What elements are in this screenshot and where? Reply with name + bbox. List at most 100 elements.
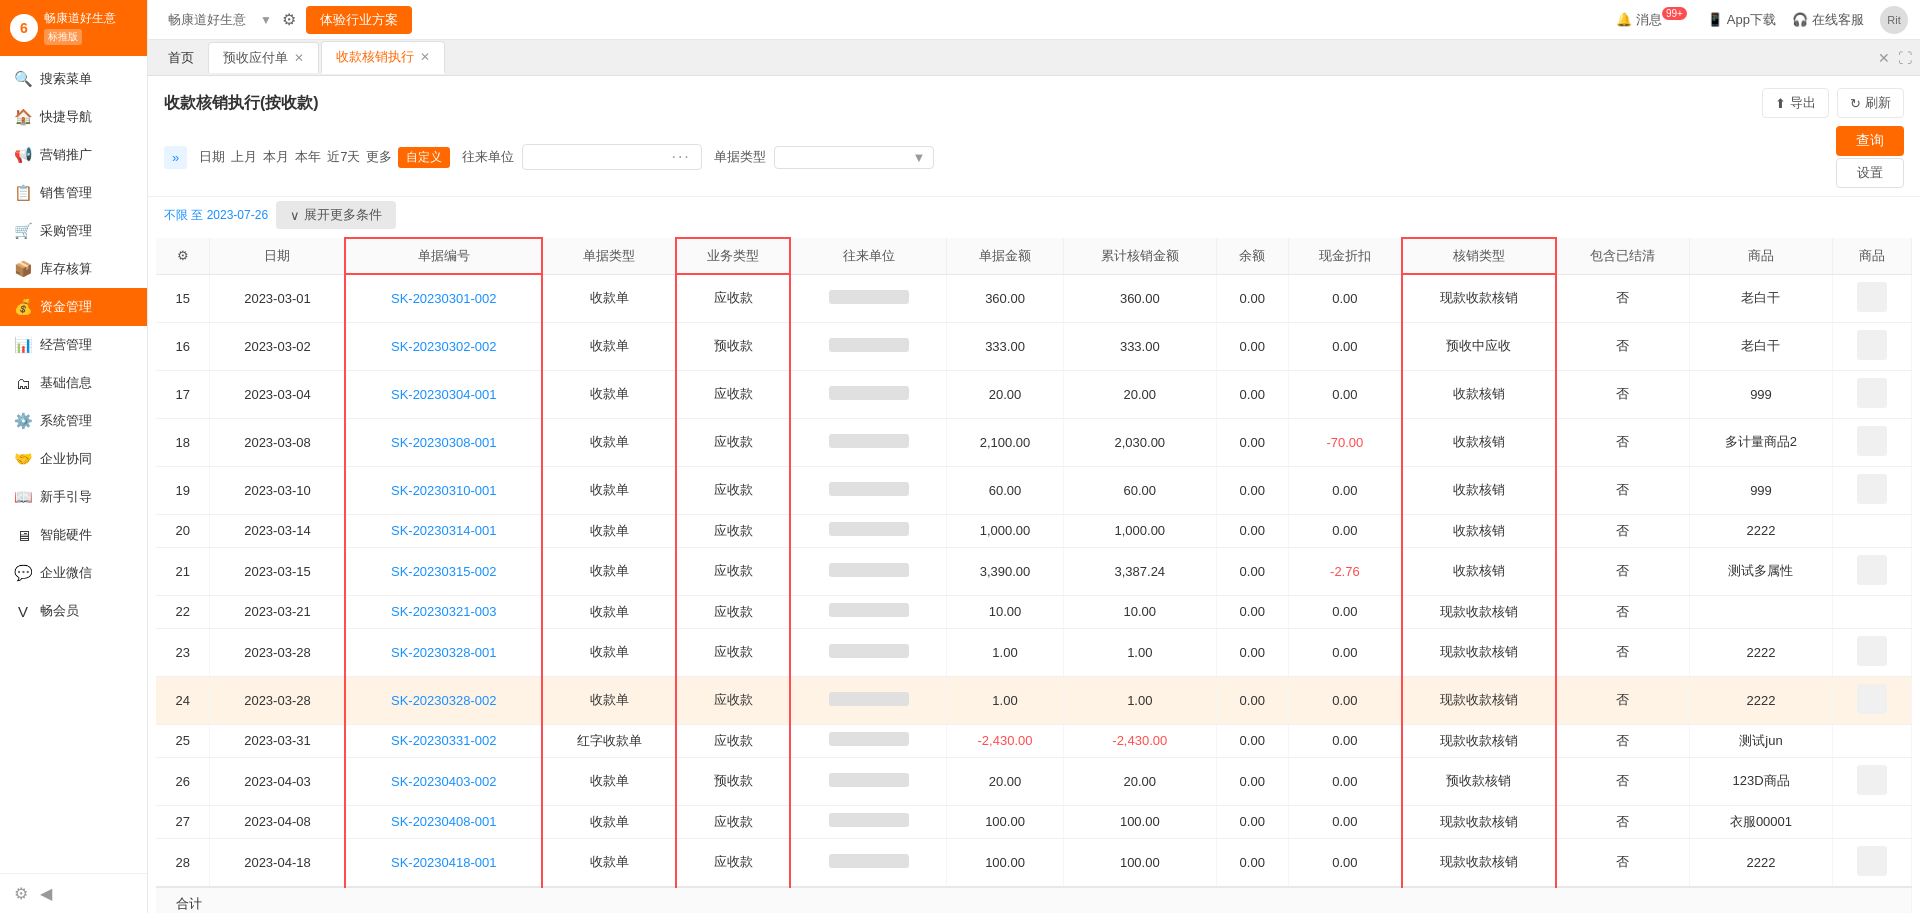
- table-row: 28 2023-04-18 SK-20230418-001 收款单 应收款 10…: [156, 838, 1912, 887]
- filter-more[interactable]: 更多: [366, 148, 392, 166]
- cell-bill-type: 收款单: [542, 757, 676, 805]
- filter-receipt-label: 单据类型: [714, 148, 766, 166]
- tabbar-controls: ✕ ⛶: [1878, 50, 1912, 66]
- cell-amount: 10.00: [947, 595, 1064, 628]
- sidebar-item-system[interactable]: ⚙️ 系统管理: [0, 402, 147, 440]
- tab-home[interactable]: 首页: [156, 43, 206, 73]
- bill-no-link[interactable]: SK-20230321-003: [391, 604, 497, 619]
- filter-last-month[interactable]: 上月: [231, 148, 257, 166]
- sidebar-item-search[interactable]: 🔍 搜索菜单: [0, 60, 147, 98]
- bill-no-link[interactable]: SK-20230302-002: [391, 339, 497, 354]
- messages-item[interactable]: 🔔 消息 99+: [1616, 11, 1691, 29]
- cell-bill-type: 收款单: [542, 676, 676, 724]
- sidebar-item-shortcut[interactable]: 🏠 快捷导航: [0, 98, 147, 136]
- expand-more-button[interactable]: ∨ 展开更多条件: [276, 201, 396, 229]
- cell-bill-no: SK-20230302-002: [345, 322, 542, 370]
- sidebar-item-wechat[interactable]: 💬 企业微信: [0, 554, 147, 592]
- filter-partner-input-wrap[interactable]: ···: [522, 144, 702, 170]
- bill-no-link[interactable]: SK-20230301-002: [391, 291, 497, 306]
- chevron-expand-icon: ∨: [290, 208, 300, 223]
- setting-button[interactable]: 设置: [1836, 158, 1904, 188]
- bill-no-link[interactable]: SK-20230304-001: [391, 387, 497, 402]
- monitor-icon: 🖥: [14, 527, 32, 544]
- cell-verified: 1.00: [1064, 676, 1217, 724]
- tab-prepay-close[interactable]: ✕: [294, 51, 304, 65]
- sidebar-item-basic[interactable]: 🗂 基础信息: [0, 364, 147, 402]
- headset-icon: 🎧: [1792, 12, 1808, 27]
- online-service-item[interactable]: 🎧 在线客服: [1792, 11, 1864, 29]
- cell-amount: 20.00: [947, 757, 1064, 805]
- table-row: 16 2023-03-02 SK-20230302-002 收款单 预收款 33…: [156, 322, 1912, 370]
- cell-balance: 0.00: [1216, 322, 1288, 370]
- bill-no-link[interactable]: SK-20230418-001: [391, 855, 497, 870]
- partner-blurred: [829, 522, 909, 536]
- cell-balance: 0.00: [1216, 418, 1288, 466]
- sidebar-item-purchase[interactable]: 🛒 采购管理: [0, 212, 147, 250]
- filter-partner-input[interactable]: [531, 150, 671, 165]
- bill-no-link[interactable]: SK-20230403-002: [391, 774, 497, 789]
- table-container[interactable]: ⚙ 日期 单据编号 单据类型 业务类型 往来单位 单据金额 累计核销金额 余额 …: [148, 237, 1920, 913]
- bill-no-link[interactable]: SK-20230314-001: [391, 523, 497, 538]
- bill-no-link[interactable]: SK-20230328-001: [391, 645, 497, 660]
- messages-badge: 99+: [1662, 7, 1687, 20]
- tab-collection-close[interactable]: ✕: [420, 50, 430, 64]
- tab-close-all-icon[interactable]: ✕: [1878, 50, 1890, 66]
- filter-this-month[interactable]: 本月: [263, 148, 289, 166]
- sidebar-item-sales[interactable]: 📋 销售管理: [0, 174, 147, 212]
- sidebar-item-guide[interactable]: 📖 新手引导: [0, 478, 147, 516]
- bill-no-link[interactable]: SK-20230315-002: [391, 564, 497, 579]
- partner-blurred: [829, 692, 909, 706]
- filter-this-year[interactable]: 本年: [295, 148, 321, 166]
- sidebar-item-inventory[interactable]: 📦 库存核算: [0, 250, 147, 288]
- cell-goods-img: [1833, 322, 1912, 370]
- bill-no-link[interactable]: SK-20230310-001: [391, 483, 497, 498]
- sidebar-item-enterprise[interactable]: 🤝 企业协同: [0, 440, 147, 478]
- cell-partner: [790, 838, 946, 887]
- filter-7days[interactable]: 近7天: [327, 148, 360, 166]
- cell-discount: 0.00: [1288, 838, 1401, 887]
- cell-verified: 100.00: [1064, 805, 1217, 838]
- bell-icon: 🔔: [1616, 12, 1632, 27]
- bill-no-link[interactable]: SK-20230408-001: [391, 814, 497, 829]
- user-avatar[interactable]: Rit: [1880, 6, 1908, 34]
- topbar-dropdown-icon[interactable]: ▼: [260, 13, 272, 27]
- topbar-gear-icon[interactable]: ⚙: [278, 6, 300, 33]
- settings-footer-icon[interactable]: ⚙: [14, 884, 28, 903]
- tab-collection[interactable]: 收款核销执行 ✕: [321, 41, 445, 74]
- partner-blurred: [829, 773, 909, 787]
- logo-text: 畅康道好生意: [44, 11, 116, 27]
- tab-home-label: 首页: [168, 49, 194, 67]
- sidebar-item-finance[interactable]: 💰 资金管理: [0, 288, 147, 326]
- app-download-label: App下载: [1727, 11, 1776, 29]
- tab-expand-icon[interactable]: ⛶: [1898, 50, 1912, 66]
- finance-icon: 💰: [14, 298, 32, 316]
- sidebar-item-marketing[interactable]: 📢 营销推广: [0, 136, 147, 174]
- bill-no-link[interactable]: SK-20230308-001: [391, 435, 497, 450]
- app-download-item[interactable]: 📱 App下载: [1707, 11, 1776, 29]
- filter-date-group: 日期 上月 本月 本年 近7天 更多 自定义: [199, 147, 450, 168]
- cell-include-cleared: 否: [1556, 514, 1689, 547]
- bill-no-link[interactable]: SK-20230331-002: [391, 733, 497, 748]
- logo-icon: 6: [10, 14, 38, 42]
- cell-include-cleared: 否: [1556, 322, 1689, 370]
- query-button[interactable]: 查询: [1836, 126, 1904, 156]
- tab-prepay[interactable]: 预收应付单 ✕: [208, 42, 319, 73]
- collapse-icon[interactable]: ◀: [40, 884, 52, 903]
- cell-include-cleared: 否: [1556, 676, 1689, 724]
- cell-seq: 15: [156, 274, 210, 322]
- filter-expand-button[interactable]: »: [164, 146, 187, 169]
- sidebar-item-operation[interactable]: 📊 经营管理: [0, 326, 147, 364]
- bill-no-link[interactable]: SK-20230328-002: [391, 693, 497, 708]
- sidebar-item-hardware[interactable]: 🖥 智能硬件: [0, 516, 147, 554]
- export-button[interactable]: ⬆ 导出: [1762, 88, 1829, 118]
- partner-blurred: [829, 644, 909, 658]
- filter-receipt-select[interactable]: ▼: [774, 146, 934, 169]
- cell-include-cleared: 否: [1556, 628, 1689, 676]
- cell-discount: 0.00: [1288, 514, 1401, 547]
- refresh-button[interactable]: ↻ 刷新: [1837, 88, 1904, 118]
- cell-include-cleared: 否: [1556, 757, 1689, 805]
- filter-custom-button[interactable]: 自定义: [398, 147, 450, 168]
- sidebar-item-member[interactable]: V 畅会员: [0, 592, 147, 630]
- messages-label: 消息: [1636, 11, 1662, 29]
- solution-button[interactable]: 体验行业方案: [306, 6, 412, 34]
